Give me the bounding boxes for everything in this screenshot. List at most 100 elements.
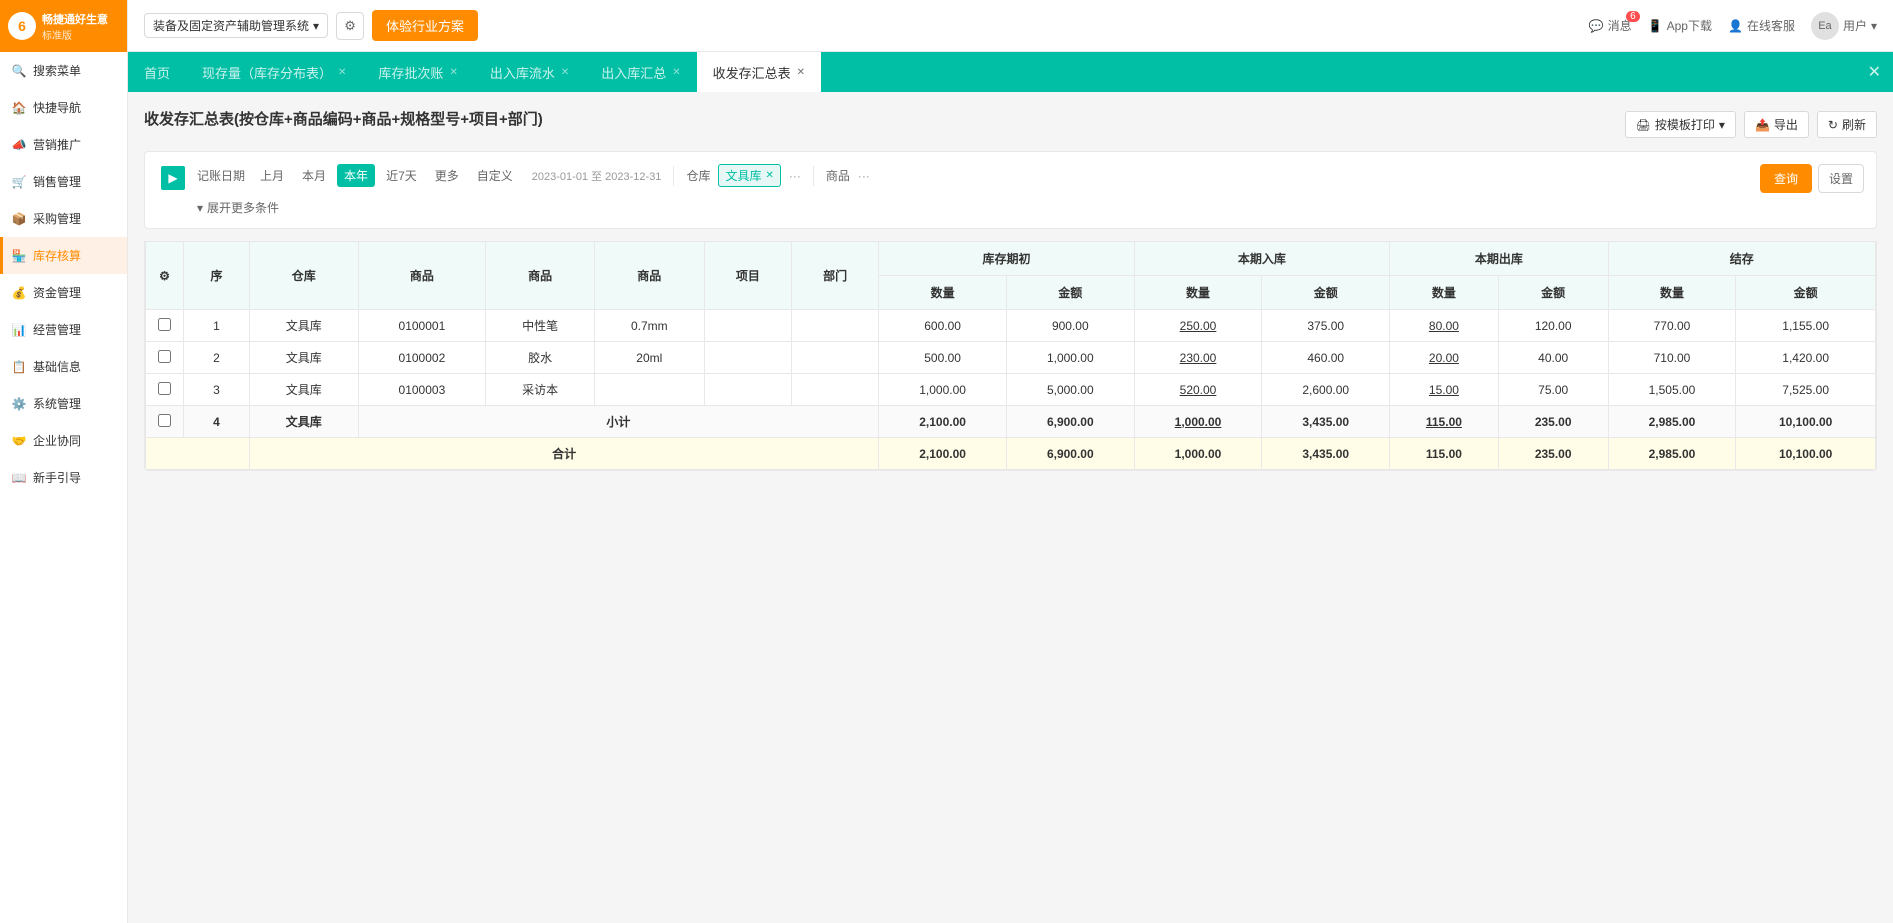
subtotal-warehouse: 文具库 (249, 406, 358, 438)
date-btn-this-year[interactable]: 本年 (337, 164, 375, 187)
th-goods-name: 商品 (486, 242, 595, 310)
tab-close-recv-send-summary[interactable]: ✕ (797, 67, 805, 78)
sidebar-item-marketing[interactable]: 📣 营销推广 (0, 126, 127, 163)
row-checkbox[interactable] (146, 310, 184, 342)
col-settings-header[interactable]: ⚙ (146, 242, 184, 310)
tab-close-in-out-summary[interactable]: ✕ (672, 67, 680, 78)
finance-icon: 💰 (11, 285, 27, 301)
subtotal-in-qty[interactable]: 1,000.00 (1134, 406, 1262, 438)
date-btn-7days[interactable]: 近7天 (379, 164, 424, 187)
subtotal-out-qty[interactable]: 115.00 (1390, 406, 1499, 438)
refresh-btn[interactable]: ↻ 刷新 (1817, 111, 1877, 138)
row-warehouse: 文具库 (249, 310, 358, 342)
header-actions: 💬 消息 6 📱 App下载 👤 在线客服 Ea 用户 ▾ (1589, 12, 1877, 40)
expand-more[interactable]: ▾ 展开更多条件 (197, 199, 279, 216)
row-goods-code: 0100002 (358, 342, 486, 374)
warehouse-more[interactable]: ··· (789, 169, 801, 183)
try-btn[interactable]: 体验行业方案 (372, 10, 478, 41)
subtotal-checkbox[interactable] (146, 406, 184, 438)
tab-home[interactable]: 首页 (128, 52, 186, 92)
sidebar-item-cooperation[interactable]: 🤝 企业协同 (0, 422, 127, 459)
online-service-btn[interactable]: 👤 在线客服 (1728, 17, 1795, 34)
sidebar: 6 畅捷通好生意 标准版 🔍 搜索菜单 🏠 快捷导航 📣 营销推广 🛒 销售管理… (0, 0, 128, 923)
row-checkbox[interactable] (146, 342, 184, 374)
sidebar-logo: 6 畅捷通好生意 标准版 (0, 0, 127, 52)
chevron-down-icon: ▾ (313, 19, 319, 33)
app-download-btn[interactable]: 📱 App下载 (1648, 17, 1712, 34)
system-title-select[interactable]: 装备及固定资产辅助管理系统 ▾ (144, 13, 328, 38)
sidebar-item-inventory[interactable]: 🏪 库存核算 (0, 237, 127, 274)
tab-close-batch-ledger[interactable]: ✕ (449, 67, 457, 78)
tab-batch-ledger[interactable]: 库存批次账 ✕ (362, 52, 473, 92)
tab-inventory-dist[interactable]: 现存量（库存分布表） ✕ (186, 52, 362, 92)
sidebar-item-operations[interactable]: 📊 经营管理 (0, 311, 127, 348)
message-btn[interactable]: 💬 消息 6 (1589, 17, 1632, 34)
footer-total-balance-qty: 2,985.00 (1608, 438, 1736, 470)
tab-recv-send-summary[interactable]: 收发存汇总表 ✕ (697, 52, 821, 92)
row-in-qty[interactable]: 250.00 (1134, 310, 1262, 342)
row-opening-amt: 5,000.00 (1006, 374, 1134, 406)
th-project: 项目 (704, 242, 791, 310)
tab-bar-close[interactable]: ✕ (1856, 62, 1893, 82)
th-goods-spec: 商品 (594, 242, 704, 310)
settings-icon-btn[interactable]: ⚙ (336, 12, 364, 40)
top-header: 装备及固定资产辅助管理系统 ▾ ⚙ 体验行业方案 💬 消息 6 📱 App下载 … (128, 0, 1893, 52)
goods-more[interactable]: ··· (858, 169, 870, 183)
operations-icon: 📊 (11, 322, 27, 338)
row-out-qty[interactable]: 80.00 (1390, 310, 1499, 342)
sidebar-item-purchase[interactable]: 📦 采购管理 (0, 200, 127, 237)
date-shortcuts: 上月 本月 本年 近7天 更多 自定义 (253, 164, 520, 187)
sidebar-item-system[interactable]: ⚙️ 系统管理 (0, 385, 127, 422)
sidebar-item-base-info[interactable]: 📋 基础信息 (0, 348, 127, 385)
filter-divider (673, 166, 674, 186)
filter-settings-btn[interactable]: 设置 (1818, 164, 1864, 193)
footer-total-out-amt: 235.00 (1498, 438, 1608, 470)
sidebar-item-guide[interactable]: 📖 新手引导 (0, 459, 127, 496)
footer-total-balance-amt: 10,100.00 (1736, 438, 1876, 470)
filter-body: 记账日期 上月 本月 本年 近7天 更多 自定义 2023-01-01 至 20… (197, 164, 1860, 216)
row-in-qty[interactable]: 230.00 (1134, 342, 1262, 374)
date-btn-more[interactable]: 更多 (428, 164, 466, 187)
date-btn-this-month[interactable]: 本月 (295, 164, 333, 187)
filter-toggle[interactable]: ▶ (161, 166, 185, 190)
marketing-icon: 📣 (11, 137, 27, 153)
warehouse-tag-close[interactable]: ✕ (765, 170, 773, 181)
tab-close-inventory-dist[interactable]: ✕ (338, 67, 346, 78)
footer-total-out-qty: 115.00 (1390, 438, 1499, 470)
row-dept (791, 374, 878, 406)
row-goods-name: 采访本 (486, 374, 595, 406)
row-in-qty[interactable]: 520.00 (1134, 374, 1262, 406)
sidebar-item-sales[interactable]: 🛒 销售管理 (0, 163, 127, 200)
date-btn-custom[interactable]: 自定义 (470, 164, 520, 187)
row-out-qty[interactable]: 20.00 (1390, 342, 1499, 374)
sidebar-item-finance[interactable]: 💰 资金管理 (0, 274, 127, 311)
query-btn[interactable]: 查询 (1760, 164, 1812, 193)
row-goods-spec: 20ml (594, 342, 704, 374)
cooperation-icon: 🤝 (11, 433, 27, 449)
row-out-amt: 40.00 (1498, 342, 1608, 374)
print-btn[interactable]: 🖨 按模板打印 ▾ (1625, 111, 1736, 138)
date-btn-last-month[interactable]: 上月 (253, 164, 291, 187)
th-in-qty: 数量 (1134, 276, 1262, 310)
warehouse-tag[interactable]: 文具库 ✕ (718, 164, 780, 187)
tab-in-out-flow[interactable]: 出入库流水 ✕ (474, 52, 585, 92)
message-icon: 💬 (1589, 19, 1604, 33)
print-icon: 🖨 (1636, 118, 1651, 132)
th-opening-qty: 数量 (879, 276, 1007, 310)
sidebar-item-search-menu[interactable]: 🔍 搜索菜单 (0, 52, 127, 89)
tab-close-in-out-flow[interactable]: ✕ (561, 67, 569, 78)
th-balance-amt: 金额 (1736, 276, 1876, 310)
date-range: 2023-01-01 至 2023-12-31 (532, 168, 662, 184)
row-out-qty[interactable]: 15.00 (1390, 374, 1499, 406)
tab-in-out-summary[interactable]: 出入库汇总 ✕ (585, 52, 696, 92)
footer-total-in-amt: 3,435.00 (1262, 438, 1390, 470)
system-icon: ⚙️ (11, 396, 27, 412)
sidebar-item-quick-nav[interactable]: 🏠 快捷导航 (0, 89, 127, 126)
row-no: 3 (184, 374, 250, 406)
export-btn[interactable]: 📤 导出 (1744, 111, 1809, 138)
user-btn[interactable]: Ea 用户 ▾ (1811, 12, 1877, 40)
inventory-icon: 🏪 (11, 248, 27, 264)
row-project (704, 374, 791, 406)
row-checkbox[interactable] (146, 374, 184, 406)
th-out-qty: 数量 (1390, 276, 1499, 310)
